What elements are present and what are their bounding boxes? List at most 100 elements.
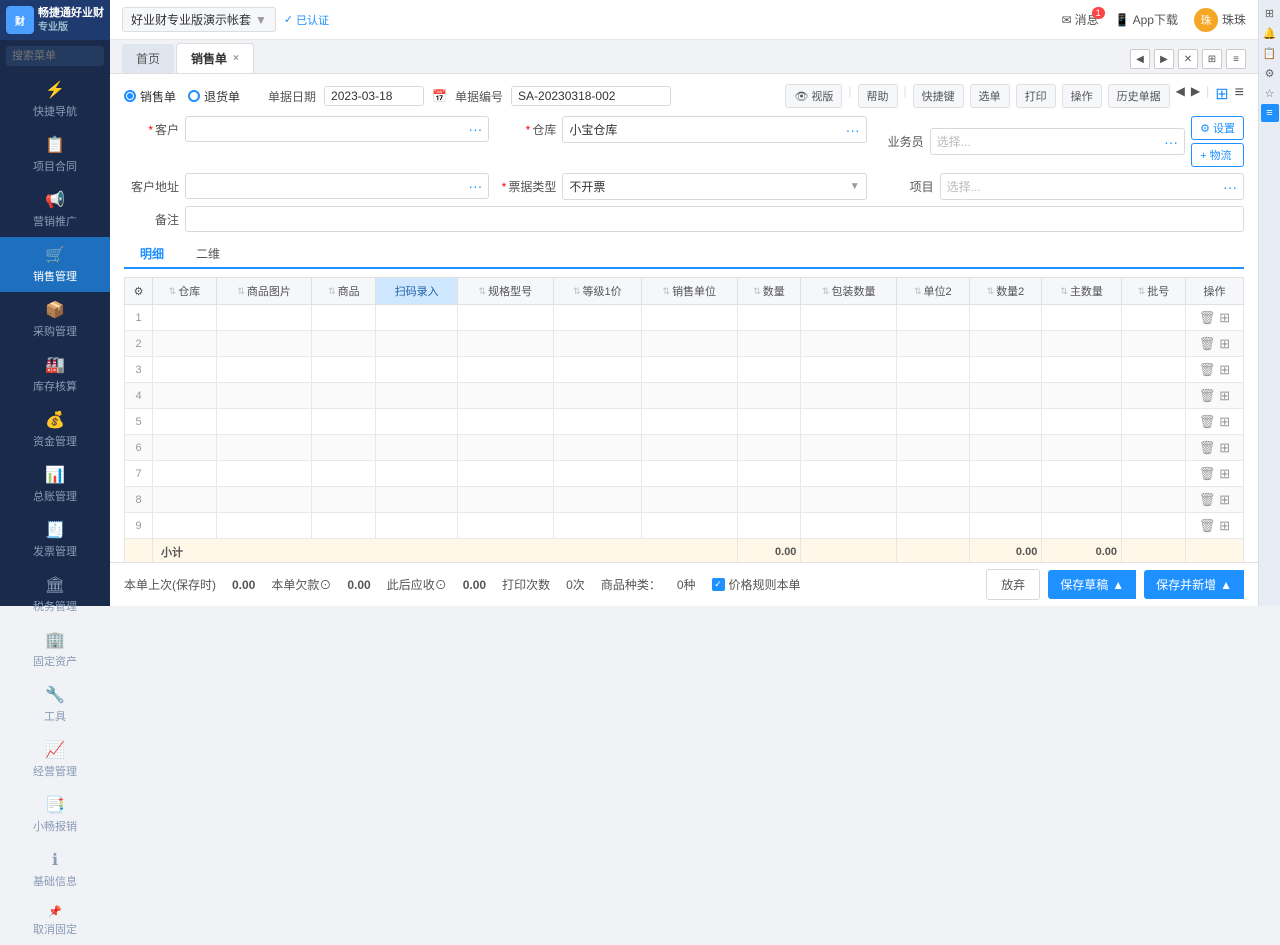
cell-warehouse[interactable] xyxy=(153,305,217,331)
right-panel-icon-3[interactable]: 📋 xyxy=(1261,44,1279,62)
cell-qty[interactable] xyxy=(737,357,801,383)
cell-price1[interactable] xyxy=(553,409,641,435)
cell-sales-unit[interactable] xyxy=(642,331,737,357)
cell-spec[interactable] xyxy=(458,357,553,383)
cell-qty2[interactable] xyxy=(969,487,1042,513)
cell-main-qty[interactable] xyxy=(1042,409,1122,435)
company-selector[interactable]: 好业财专业版演示帐套 ▼ xyxy=(122,7,276,32)
cell-warehouse[interactable] xyxy=(153,513,217,539)
cell-image[interactable] xyxy=(216,331,311,357)
cell-image[interactable] xyxy=(216,513,311,539)
tab-list-btn[interactable]: ≡ xyxy=(1226,49,1246,69)
tab-next-btn[interactable]: ▶ xyxy=(1154,49,1174,69)
delete-row-icon[interactable]: 🗑 xyxy=(1199,362,1216,378)
cell-unit2[interactable] xyxy=(896,305,969,331)
cell-image[interactable] xyxy=(216,461,311,487)
cell-main-qty[interactable] xyxy=(1042,461,1122,487)
th-qty2[interactable]: ⇅数量2 xyxy=(969,278,1042,305)
cell-image[interactable] xyxy=(216,409,311,435)
cell-main-qty[interactable] xyxy=(1042,435,1122,461)
cell-unit2[interactable] xyxy=(896,357,969,383)
tab-sales[interactable]: 销售单 × xyxy=(176,43,254,73)
cell-barcode[interactable] xyxy=(376,409,458,435)
search-input[interactable] xyxy=(6,46,104,66)
cell-barcode[interactable] xyxy=(376,357,458,383)
customer-input[interactable]: ··· xyxy=(185,116,489,142)
cell-qty2[interactable] xyxy=(969,357,1042,383)
save-new-btn[interactable]: 保存并新增 ▲ xyxy=(1144,570,1244,599)
cell-qty[interactable] xyxy=(737,487,801,513)
right-panel-icon-1[interactable]: ⊞ xyxy=(1261,4,1279,22)
cell-unit2[interactable] xyxy=(896,461,969,487)
cell-spec[interactable] xyxy=(458,513,553,539)
cell-main-qty[interactable] xyxy=(1042,331,1122,357)
cell-goods[interactable] xyxy=(312,487,376,513)
cell-goods[interactable] xyxy=(312,435,376,461)
operation-btn[interactable]: 操作 xyxy=(1062,84,1102,108)
delete-row-icon[interactable]: 🗑 xyxy=(1199,414,1216,430)
cell-qty[interactable] xyxy=(737,383,801,409)
th-sales-unit[interactable]: ⇅销售单位 xyxy=(642,278,737,305)
abandon-btn[interactable]: 放弃 xyxy=(986,569,1040,600)
th-qty[interactable]: ⇅数量 xyxy=(737,278,801,305)
address-picker-icon[interactable]: ··· xyxy=(468,178,482,194)
cell-spec[interactable] xyxy=(458,331,553,357)
sidebar-item-invoice-mgmt[interactable]: 🧾 发票管理 xyxy=(0,512,110,567)
warehouse-picker-icon[interactable]: ··· xyxy=(846,122,860,138)
project-picker-icon[interactable]: ··· xyxy=(1223,179,1237,195)
sidebar-item-fixed-assets[interactable]: 🏢 固定资产 xyxy=(0,622,110,677)
cell-barcode[interactable] xyxy=(376,513,458,539)
sidebar-item-inventory[interactable]: 🏭 库存核算 xyxy=(0,347,110,402)
cell-price1[interactable] xyxy=(553,461,641,487)
cell-price1[interactable] xyxy=(553,305,641,331)
cell-price1[interactable] xyxy=(553,357,641,383)
cell-sales-unit[interactable] xyxy=(642,435,737,461)
sidebar-item-sales-mgmt[interactable]: 🛒 销售管理 xyxy=(0,237,110,292)
cell-pack-qty[interactable] xyxy=(801,487,896,513)
cell-pack-qty[interactable] xyxy=(801,461,896,487)
copy-row-icon[interactable]: ⊞ xyxy=(1219,336,1230,352)
sidebar-item-tools[interactable]: 🔧 工具 xyxy=(0,677,110,732)
right-panel-icon-6[interactable]: ≡ xyxy=(1261,104,1279,122)
cell-batch[interactable] xyxy=(1122,357,1186,383)
cell-price1[interactable] xyxy=(553,331,641,357)
cell-spec[interactable] xyxy=(458,461,553,487)
right-panel-icon-2[interactable]: 🔔 xyxy=(1261,24,1279,42)
cell-qty2[interactable] xyxy=(969,409,1042,435)
cell-unit2[interactable] xyxy=(896,409,969,435)
cell-qty2[interactable] xyxy=(969,435,1042,461)
cell-qty[interactable] xyxy=(737,461,801,487)
calendar-icon[interactable]: 📅 xyxy=(432,89,447,103)
history-btn[interactable]: 历史单据 xyxy=(1108,84,1170,108)
cell-qty[interactable] xyxy=(737,409,801,435)
cell-warehouse[interactable] xyxy=(153,409,217,435)
toolbar-list-icon[interactable]: ≡ xyxy=(1235,84,1244,108)
delete-row-icon[interactable]: 🗑 xyxy=(1199,310,1216,326)
cell-image[interactable] xyxy=(216,305,311,331)
cell-batch[interactable] xyxy=(1122,305,1186,331)
cell-barcode[interactable] xyxy=(376,331,458,357)
sidebar-item-tax-mgmt[interactable]: 🏛 税务管理 xyxy=(0,567,110,622)
th-main-qty[interactable]: ⇅主数量 xyxy=(1042,278,1122,305)
tab-home[interactable]: 首页 xyxy=(122,44,174,73)
sidebar-item-project-contract[interactable]: 📋 项目合同 xyxy=(0,127,110,182)
cell-warehouse[interactable] xyxy=(153,383,217,409)
toolbar-nav-next[interactable]: ▶ xyxy=(1191,84,1200,108)
cell-image[interactable] xyxy=(216,435,311,461)
cell-main-qty[interactable] xyxy=(1042,383,1122,409)
tab-erwei[interactable]: 二维 xyxy=(180,240,236,267)
cell-qty2[interactable] xyxy=(969,383,1042,409)
sidebar-item-purchase-mgmt[interactable]: 📦 采购管理 xyxy=(0,292,110,347)
tab-close-icon[interactable]: × xyxy=(233,53,239,64)
cell-sales-unit[interactable] xyxy=(642,409,737,435)
sidebar-item-accounting[interactable]: 📊 总账管理 xyxy=(0,457,110,512)
radio-return[interactable]: 退货单 xyxy=(188,88,240,105)
sidebar-item-fund-mgmt[interactable]: 💰 资金管理 xyxy=(0,402,110,457)
delete-row-icon[interactable]: 🗑 xyxy=(1199,466,1216,482)
cell-spec[interactable] xyxy=(458,487,553,513)
cell-batch[interactable] xyxy=(1122,331,1186,357)
th-goods[interactable]: ⇅商品 xyxy=(312,278,376,305)
cell-barcode[interactable] xyxy=(376,383,458,409)
add-goods-btn[interactable]: + 物流 xyxy=(1191,143,1244,167)
sidebar-item-reports[interactable]: 📑 小畅报销 xyxy=(0,787,110,842)
